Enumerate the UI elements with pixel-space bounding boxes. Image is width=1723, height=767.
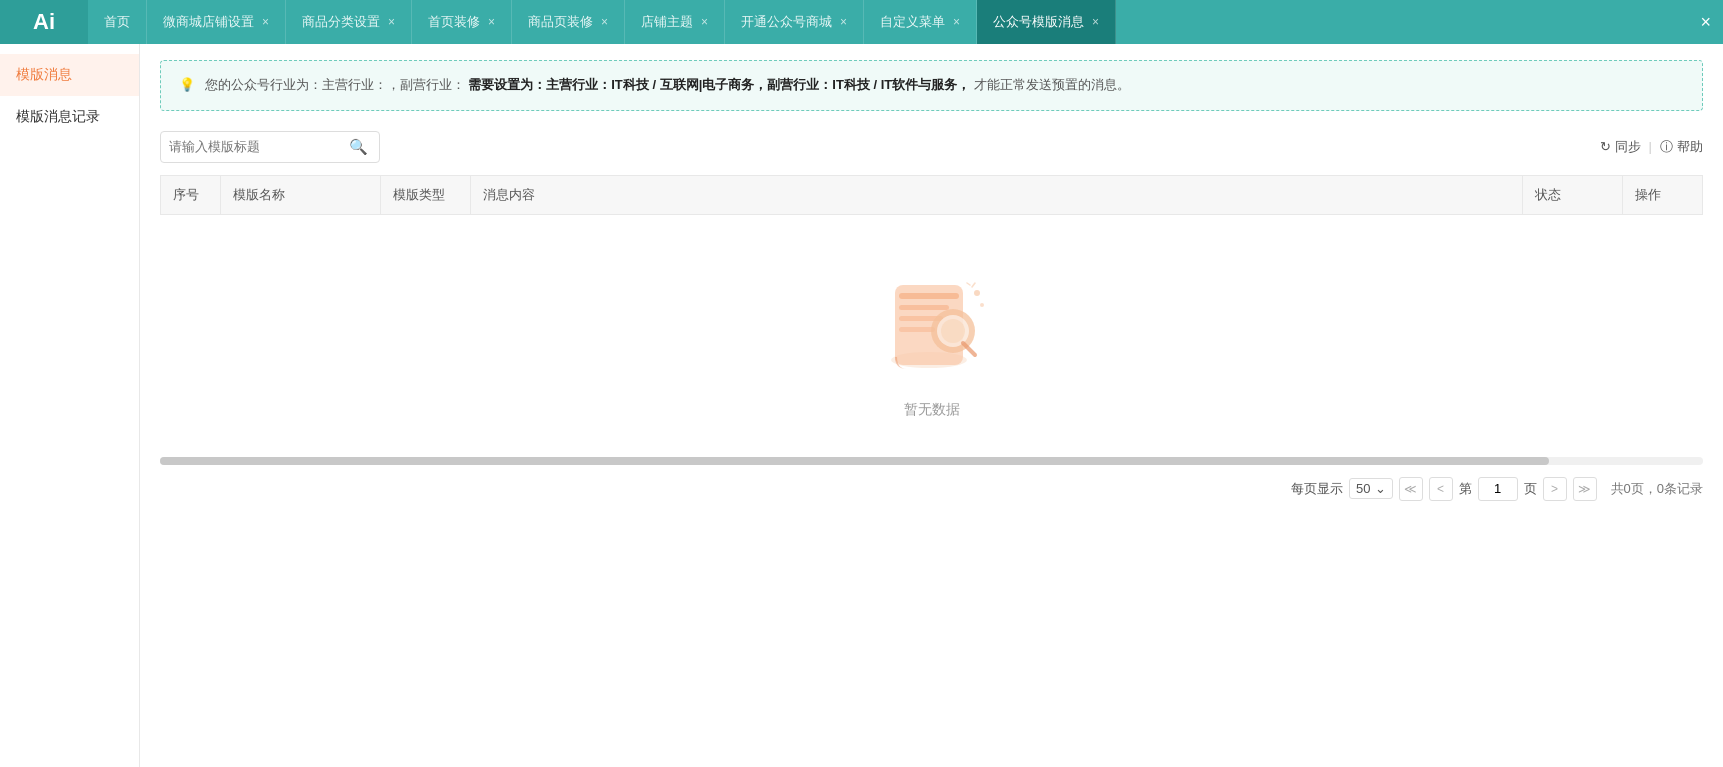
first-page-button[interactable]: ≪	[1399, 477, 1423, 501]
pagination-summary: 共0页，0条记录	[1611, 480, 1703, 498]
close-tab-product-category[interactable]: ×	[388, 15, 395, 29]
page-size-label: 每页显示	[1291, 480, 1343, 498]
svg-rect-3	[899, 305, 949, 310]
brand-logo: Ai	[0, 0, 88, 44]
sync-button[interactable]: ↻ 同步	[1600, 138, 1641, 156]
toolbar-divider: |	[1649, 139, 1652, 154]
horizontal-scrollbar[interactable]	[160, 457, 1703, 465]
page-size-select[interactable]: 50 ⌄	[1349, 478, 1392, 499]
nav-tab-template-msg[interactable]: 公众号模版消息×	[977, 0, 1116, 44]
page-size-chevron-icon: ⌄	[1375, 481, 1386, 496]
notice-suffix: 才能正常发送预置的消息。	[974, 77, 1130, 92]
close-tab-shop-theme[interactable]: ×	[701, 15, 708, 29]
table-header-row: 序号模版名称模版类型消息内容状态操作	[161, 175, 1703, 214]
close-tab-home-decor[interactable]: ×	[488, 15, 495, 29]
nav-tab-home[interactable]: 首页	[88, 0, 147, 44]
col-operation: 操作	[1623, 175, 1703, 214]
data-table: 序号模版名称模版类型消息内容状态操作	[160, 175, 1703, 449]
sync-icon: ↻	[1600, 139, 1611, 154]
help-button[interactable]: ⓘ 帮助	[1660, 138, 1703, 156]
nav-tab-shop-theme[interactable]: 店铺主题×	[625, 0, 725, 44]
search-button[interactable]: 🔍	[349, 138, 368, 156]
main-content: 💡 您的公众号行业为：主营行业：，副营行业： 需要设置为：主营行业：IT科技 /…	[140, 44, 1723, 767]
page-label-post: 页	[1524, 480, 1537, 498]
close-tab-product-decor[interactable]: ×	[601, 15, 608, 29]
nav-tab-product-decor[interactable]: 商品页装修×	[512, 0, 625, 44]
empty-text: 暂无数据	[904, 401, 960, 419]
col-message-content: 消息内容	[471, 175, 1523, 214]
notice-prefix: 您的公众号行业为：主营行业：，副营行业：	[205, 77, 465, 92]
nav-tab-open-public-shop[interactable]: 开通公众号商城×	[725, 0, 864, 44]
svg-point-10	[974, 290, 980, 296]
toolbar-right: ↻ 同步 | ⓘ 帮助	[1600, 138, 1703, 156]
close-tab-template-msg[interactable]: ×	[1092, 15, 1099, 29]
svg-rect-2	[899, 293, 959, 299]
main-layout: 模版消息模版消息记录 💡 您的公众号行业为：主营行业：，副营行业： 需要设置为：…	[0, 44, 1723, 767]
nav-tab-custom-menu[interactable]: 自定义菜单×	[864, 0, 977, 44]
close-tab-open-public-shop[interactable]: ×	[840, 15, 847, 29]
page-size-value: 50	[1356, 481, 1370, 496]
svg-point-11	[980, 303, 984, 307]
nav-tab-list: 首页微商城店铺设置×商品分类设置×首页装修×商品页装修×店铺主题×开通公众号商城…	[88, 0, 1723, 44]
page-label-pre: 第	[1459, 480, 1472, 498]
col-template-name: 模版名称	[221, 175, 381, 214]
svg-line-13	[967, 283, 970, 285]
top-navigation: Ai 首页微商城店铺设置×商品分类设置×首页装修×商品页装修×店铺主题×开通公众…	[0, 0, 1723, 44]
last-page-button[interactable]: ≫	[1573, 477, 1597, 501]
notice-banner: 💡 您的公众号行业为：主营行业：，副营行业： 需要设置为：主营行业：IT科技 /…	[160, 60, 1703, 111]
close-tab-micro-shop[interactable]: ×	[262, 15, 269, 29]
table-body: 暂无数据	[161, 214, 1703, 449]
col-template-type: 模版类型	[381, 175, 471, 214]
sidebar-item-template-msg-record[interactable]: 模版消息记录	[0, 96, 139, 138]
nav-tab-micro-shop[interactable]: 微商城店铺设置×	[147, 0, 286, 44]
empty-row: 暂无数据	[161, 214, 1703, 449]
col-status: 状态	[1523, 175, 1623, 214]
empty-illustration	[867, 255, 997, 385]
search-input-wrap[interactable]: 🔍	[160, 131, 380, 163]
close-tab-custom-menu[interactable]: ×	[953, 15, 960, 29]
close-all-button[interactable]: ×	[1700, 12, 1711, 33]
sync-label: 同步	[1615, 138, 1641, 156]
scrollbar-thumb[interactable]	[160, 457, 1549, 465]
pagination: 每页显示 50 ⌄ ≪ < 第 页 > ≫ 共0页，0条记录	[160, 477, 1703, 501]
help-label: 帮助	[1677, 138, 1703, 156]
bulb-icon: 💡	[179, 77, 195, 92]
svg-line-12	[972, 283, 975, 287]
nav-tab-home-decor[interactable]: 首页装修×	[412, 0, 512, 44]
nav-tab-product-category[interactable]: 商品分类设置×	[286, 0, 412, 44]
prev-page-button[interactable]: <	[1429, 477, 1453, 501]
svg-point-8	[941, 319, 965, 343]
help-icon: ⓘ	[1660, 138, 1673, 156]
search-bar: 🔍 ↻ 同步 | ⓘ 帮助	[160, 131, 1703, 163]
col-seq: 序号	[161, 175, 221, 214]
sidebar: 模版消息模版消息记录	[0, 44, 140, 767]
notice-highlight: 需要设置为：主营行业：IT科技 / 互联网|电子商务，副营行业：IT科技 / I…	[468, 77, 970, 92]
next-page-button[interactable]: >	[1543, 477, 1567, 501]
empty-state: 暂无数据	[161, 215, 1703, 449]
table-head: 序号模版名称模版类型消息内容状态操作	[161, 175, 1703, 214]
sidebar-item-template-msg[interactable]: 模版消息	[0, 54, 139, 96]
svg-rect-5	[899, 327, 935, 332]
page-number-input[interactable]	[1478, 477, 1518, 501]
search-input[interactable]	[169, 139, 349, 154]
